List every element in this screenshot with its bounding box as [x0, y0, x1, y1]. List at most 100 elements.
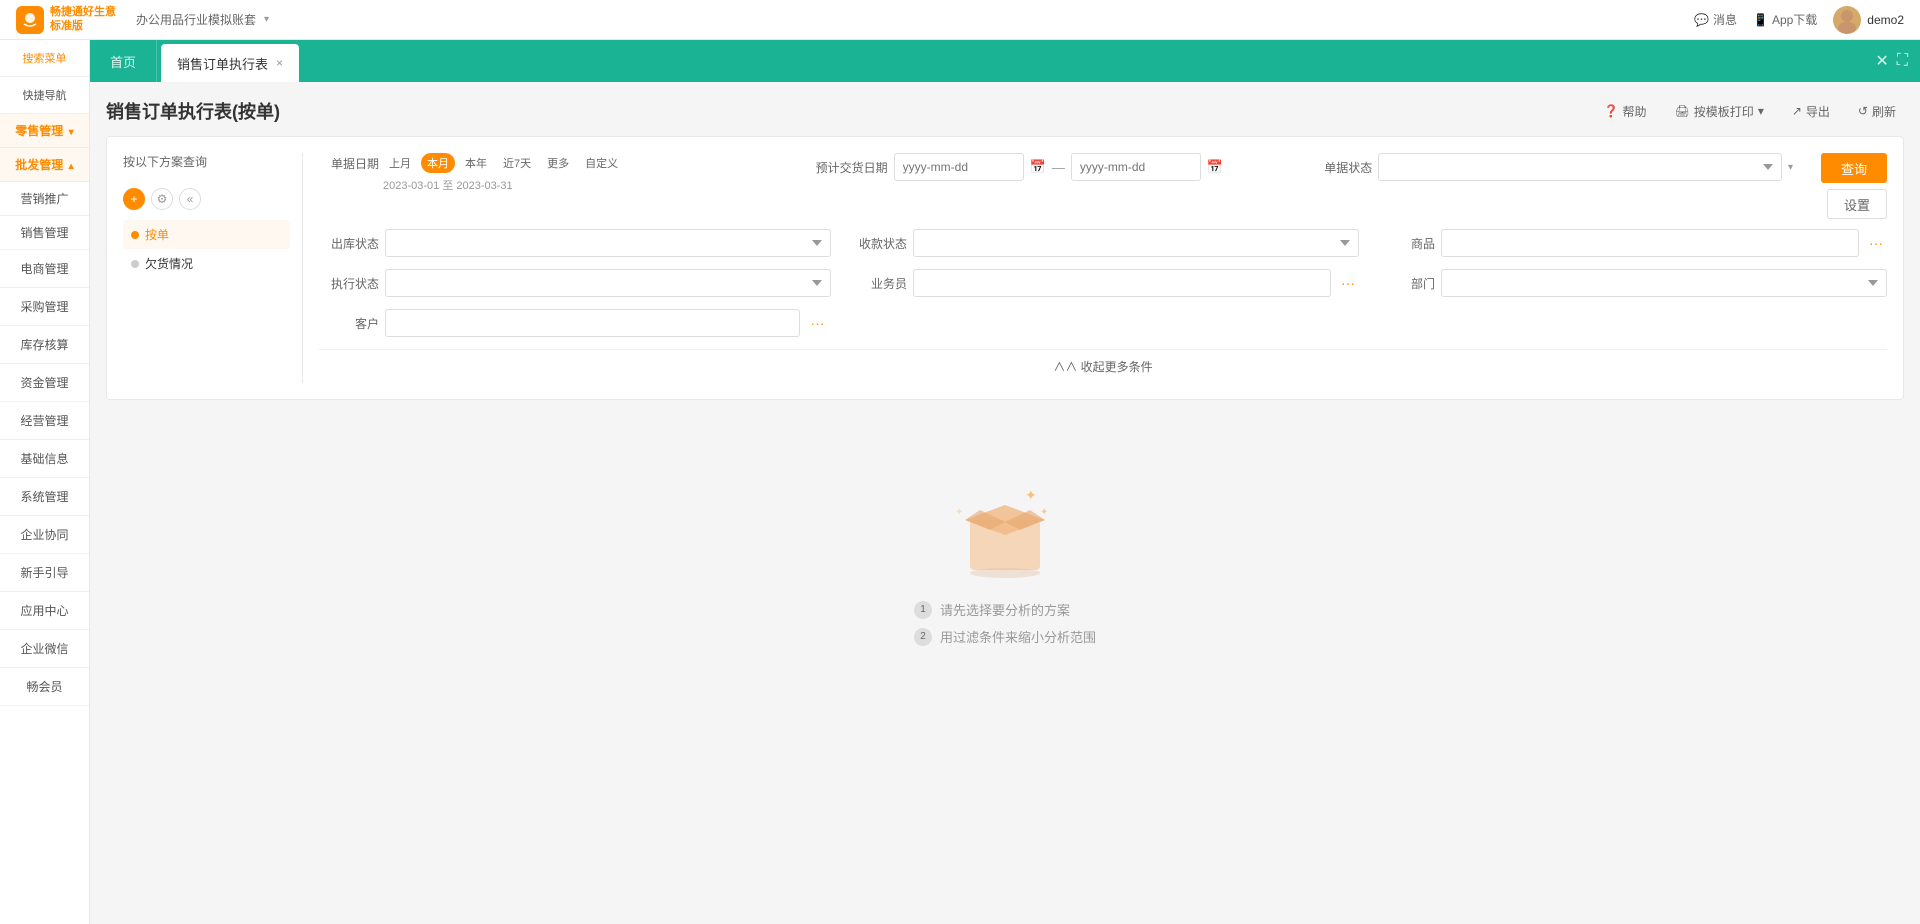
scheme-settings-btn[interactable]: ⚙	[151, 188, 173, 210]
doc-status-dropdown-icon: ▾	[1788, 162, 1793, 173]
salesperson-more-btn[interactable]: ···	[1337, 275, 1359, 291]
gear-icon: ⚙	[157, 192, 168, 206]
sidebar-item-ecommerce[interactable]: 电商管理	[0, 250, 89, 288]
customer-label: 客户	[319, 315, 379, 332]
sidebar-item-appstore[interactable]: 应用中心	[0, 592, 89, 630]
forecast-calendar-to-icon[interactable]: 📅	[1207, 159, 1223, 175]
goods-more-btn[interactable]: ···	[1865, 235, 1887, 251]
logo-text: 畅捷通好生意 标准版	[50, 6, 116, 32]
customer-area: 客户 ···	[319, 309, 828, 337]
doc-status-select[interactable]	[1378, 153, 1782, 181]
print-btn[interactable]: 🖨 按模板打印 ▾	[1667, 99, 1772, 124]
customer-more-btn[interactable]: ···	[806, 315, 828, 331]
sidebar-item-newbie[interactable]: 新手引导	[0, 554, 89, 592]
scheme-press-item[interactable]: 按单	[123, 220, 290, 249]
enterprise-label: 企业协同	[20, 528, 68, 542]
sidebar-item-system[interactable]: 系统管理	[0, 478, 89, 516]
sidebar-item-basic[interactable]: 基础信息	[0, 440, 89, 478]
search-btn[interactable]: 查询	[1821, 153, 1887, 183]
sidebar-item-inventory[interactable]: 库存核算	[0, 326, 89, 364]
forecast-date-to[interactable]	[1071, 153, 1201, 181]
sidebar-item-operations[interactable]: 经营管理	[0, 402, 89, 440]
preset-custom[interactable]: 自定义	[579, 153, 624, 173]
payment-status-select[interactable]	[913, 229, 1359, 257]
date-label: 单据日期	[319, 155, 379, 172]
date-range-display: 2023-03-01 至 2023-03-31	[383, 177, 513, 193]
preset-more[interactable]: 更多	[541, 153, 575, 173]
add-scheme-btn[interactable]: +	[123, 188, 145, 210]
sidebar-item-purchase[interactable]: 采购管理	[0, 288, 89, 326]
sidebar-item-corpwechat[interactable]: 企业微信	[0, 630, 89, 668]
sidebar-item-sales[interactable]: 销售管理	[0, 216, 89, 250]
collapse-left-icon: «	[187, 192, 194, 206]
exec-status-select[interactable]	[385, 269, 831, 297]
refresh-btn[interactable]: ↺ 刷新	[1850, 99, 1904, 124]
marketing-label: 营销推广	[20, 192, 68, 206]
filter-row-4: 客户 ···	[319, 309, 1887, 337]
salesperson-input[interactable]	[913, 269, 1331, 297]
forecast-calendar-from-icon[interactable]: 📅	[1030, 159, 1046, 175]
top-bar: 畅捷通好生意 标准版 办公用品行业模拟账套 ▾ 💬 消息 📱 App下载 dem…	[0, 0, 1920, 40]
collapse-more-btn[interactable]: ∧∧ 收起更多条件	[319, 349, 1887, 383]
department-select[interactable]	[1441, 269, 1887, 297]
add-icon: +	[130, 192, 137, 206]
tab-home[interactable]: 首页	[90, 40, 157, 82]
scheme-collapse-btn[interactable]: «	[179, 188, 201, 210]
filter-left-actions: + ⚙ «	[123, 188, 290, 210]
filter-row-3: 执行状态 业务员 ··· 部门	[319, 269, 1887, 297]
app-download-btn[interactable]: 📱 App下载	[1753, 11, 1817, 28]
scheme-debt-item[interactable]: 欠货情况	[123, 249, 290, 278]
export-icon: ↗	[1792, 104, 1802, 118]
sidebar-wholesale-category[interactable]: 批发管理 ▴	[0, 148, 89, 182]
retail-label: 零售管理	[15, 124, 63, 138]
active-tab-label: 销售订单执行表	[177, 54, 268, 73]
debt-label: 欠货情况	[145, 255, 193, 272]
salesperson-label: 业务员	[847, 275, 907, 292]
newbie-label: 新手引导	[20, 566, 68, 580]
print-icon: 🖨	[1675, 104, 1690, 118]
sidebar-item-quicknav[interactable]: 快捷导航	[0, 77, 89, 114]
sidebar-item-finance[interactable]: 资金管理	[0, 364, 89, 402]
filter-panel: 按以下方案查询 + ⚙ «	[106, 136, 1904, 400]
stock-status-select[interactable]	[385, 229, 831, 257]
preset-this-year[interactable]: 本年	[459, 153, 493, 173]
sidebar-item-search[interactable]: 搜索菜单	[0, 40, 89, 77]
payment-status-label: 收款状态	[847, 235, 907, 252]
sidebar-retail-category[interactable]: 零售管理 ▾	[0, 114, 89, 148]
empty-state: ✦ ✦ ✦ 1 请先选择要分析的方案 2 用过滤条件来缩小分析范围	[106, 400, 1904, 734]
print-dropdown-arrow[interactable]: ▾	[1758, 104, 1764, 118]
main-layout: 搜索菜单 快捷导航 零售管理 ▾ 批发管理 ▴ 营销推广 销售管理 电商管理 采…	[0, 40, 1920, 924]
sidebar-item-enterprise[interactable]: 企业协同	[0, 516, 89, 554]
filter-layout: 按以下方案查询 + ⚙ «	[123, 153, 1887, 383]
user-avatar	[1833, 6, 1861, 34]
preset-last-month[interactable]: 上月	[383, 153, 417, 173]
fullscreen-icon[interactable]: ⛶	[1897, 52, 1908, 70]
close-window-icon[interactable]: ✕	[1875, 51, 1888, 71]
user-area[interactable]: demo2	[1833, 6, 1904, 34]
top-bar-right: 💬 消息 📱 App下载 demo2	[1694, 6, 1904, 34]
preset-this-month[interactable]: 本月	[421, 153, 455, 173]
goods-input[interactable]	[1441, 229, 1859, 257]
setting-btn[interactable]: 设置	[1827, 189, 1887, 219]
salesperson-area: 业务员 ···	[847, 269, 1359, 297]
sidebar: 搜索菜单 快捷导航 零售管理 ▾ 批发管理 ▴ 营销推广 销售管理 电商管理 采…	[0, 40, 90, 924]
purchase-label: 采购管理	[20, 300, 68, 314]
tab-active-sales-order[interactable]: 销售订单执行表 ×	[161, 44, 299, 82]
filter-left: 按以下方案查询 + ⚙ «	[123, 153, 303, 383]
sidebar-item-member[interactable]: 畅会员	[0, 668, 89, 706]
customer-input[interactable]	[385, 309, 800, 337]
tab-close-btn[interactable]: ×	[276, 56, 283, 70]
basic-label: 基础信息	[20, 452, 68, 466]
sidebar-item-marketing[interactable]: 营销推广	[0, 182, 89, 216]
filter-row-2: 出库状态 收款状态	[319, 229, 1887, 257]
forecast-date-from[interactable]	[894, 153, 1024, 181]
content-area: 首页 销售订单执行表 × ✕ ⛶ 销售订单执行表(按单) ❓ 帮助	[90, 40, 1920, 924]
message-btn[interactable]: 💬 消息	[1694, 11, 1737, 28]
empty-icon: ✦ ✦ ✦	[945, 480, 1065, 580]
department-area: 部门	[1375, 269, 1887, 297]
preset-7days[interactable]: 近7天	[497, 153, 537, 173]
app-title-dropdown[interactable]: ▾	[264, 14, 269, 25]
ecommerce-label: 电商管理	[20, 262, 68, 276]
export-btn[interactable]: ↗ 导出	[1784, 99, 1838, 124]
help-btn[interactable]: ❓ 帮助	[1596, 99, 1655, 124]
